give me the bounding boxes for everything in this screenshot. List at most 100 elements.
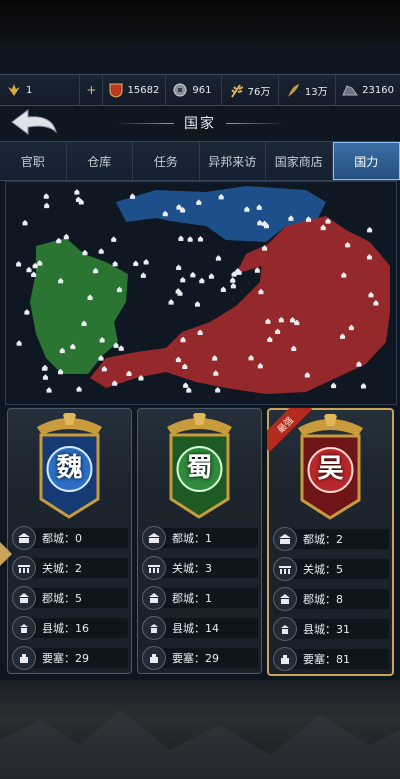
city-marker-icon <box>230 282 237 289</box>
stat-label: 都城：2 <box>303 533 343 546</box>
prefecture-city-icon <box>273 587 297 611</box>
city-marker-icon <box>112 260 119 267</box>
city-marker-icon <box>168 299 175 305</box>
city-marker-icon <box>81 249 88 256</box>
tab-official-posts[interactable]: 官职 <box>0 142 67 180</box>
stat-label: 要塞：81 <box>303 653 350 666</box>
kingdom-card-shu[interactable]: 蜀 都城：1 关城：3 郡城：1 县城：14 要塞：29 <box>137 408 262 674</box>
city-marker-icon <box>46 387 53 393</box>
tab-bar: 官职 仓库 任务 异邦来访 国家商店 国力 <box>0 141 400 181</box>
stat-label: 郡城：5 <box>42 592 82 605</box>
pass-city-icon <box>12 556 36 580</box>
capital-city-icon <box>12 526 36 550</box>
city-marker-icon <box>23 309 30 315</box>
city-marker-icon <box>110 236 117 242</box>
city-marker-icon <box>118 345 125 351</box>
stat-row-capital: 都城：2 <box>273 527 389 551</box>
wings-icon <box>6 82 22 98</box>
kingdom-card-wei[interactable]: 魏 都城：0 关城：2 郡城：5 县城：16 要塞：29 <box>7 408 132 674</box>
fortress-icon <box>12 646 36 670</box>
city-marker-icon <box>22 219 29 226</box>
stat-row-pass: 关城：2 <box>12 556 128 580</box>
city-marker-icon <box>366 226 373 233</box>
kingdom-card-wu[interactable]: 吴 最强 都城：2 关城：5 郡城：8 县城：31 要塞：81 <box>267 408 394 676</box>
resource-rank[interactable]: 1 <box>0 75 81 105</box>
page-title: 国家 <box>184 116 216 132</box>
city-marker-icon <box>55 237 62 244</box>
plus-icon[interactable]: + <box>86 82 96 98</box>
city-marker-icon <box>175 288 182 294</box>
city-marker-icon <box>76 386 83 392</box>
tab-national-shop[interactable]: 国家商店 <box>266 142 333 180</box>
city-marker-icon <box>63 233 70 240</box>
stat-label: 关城：2 <box>42 562 82 575</box>
city-marker-icon <box>143 259 150 265</box>
stat-row-fortress: 要塞：29 <box>12 646 128 670</box>
city-marker-icon <box>197 236 204 242</box>
stat-label: 郡城：1 <box>172 592 212 605</box>
county-city-icon <box>12 616 36 640</box>
stat-label: 要塞：29 <box>172 652 219 665</box>
resource-value: 13万 <box>304 86 328 98</box>
stat-row-fortress: 要塞：81 <box>273 647 389 671</box>
tab-warehouse[interactable]: 仓库 <box>67 142 133 180</box>
stat-label: 县城：14 <box>172 622 219 635</box>
feather-icon <box>285 82 301 98</box>
territory-map[interactable] <box>5 181 397 405</box>
stat-row-prefecture: 郡城：1 <box>142 586 258 610</box>
city-marker-icon <box>42 374 49 380</box>
capital-city-icon <box>273 527 297 551</box>
tab-foreign-visits[interactable]: 异邦来访 <box>200 142 266 180</box>
mountain-silhouette <box>0 710 400 779</box>
stat-row-capital: 都城：0 <box>12 526 128 550</box>
resource-grain[interactable]: 76万 <box>222 75 279 105</box>
stat-label: 关城：5 <box>303 563 343 576</box>
stat-row-prefecture: 郡城：5 <box>12 586 128 610</box>
stat-row-fortress: 要塞：29 <box>142 646 258 670</box>
tab-national-power[interactable]: 国力 <box>332 142 400 180</box>
city-marker-icon <box>185 387 192 393</box>
resource-wood[interactable]: 13万 <box>279 75 337 105</box>
city-marker-icon <box>177 235 184 242</box>
resource-add[interactable]: + <box>80 75 104 105</box>
territory-map-canvas <box>15 186 390 394</box>
shield-coin-icon <box>109 82 123 98</box>
stat-row-county: 县城：14 <box>142 616 258 640</box>
stat-label: 郡城：8 <box>303 593 343 606</box>
fortress-icon <box>273 647 297 671</box>
stat-row-pass: 关城：5 <box>273 557 389 581</box>
city-marker-icon <box>43 202 50 209</box>
city-marker-icon <box>194 301 201 307</box>
resource-value: 76万 <box>247 86 271 98</box>
city-marker-icon <box>140 272 147 278</box>
strongest-ribbon: 最强 <box>267 408 315 456</box>
resource-iron[interactable]: 23160 <box>336 75 400 105</box>
city-marker-icon <box>98 248 105 254</box>
city-marker-icon <box>41 365 48 371</box>
city-marker-icon <box>26 266 33 273</box>
city-marker-icon <box>129 193 136 199</box>
stat-label: 县城：31 <box>303 623 350 636</box>
resource-value: 1 <box>26 84 33 96</box>
resource-value: 961 <box>192 84 212 96</box>
ore-icon <box>342 82 359 98</box>
kingdom-name: 魏 <box>56 453 83 483</box>
city-marker-icon <box>229 277 236 283</box>
city-marker-icon <box>214 386 221 393</box>
city-marker-icon <box>187 236 194 242</box>
stat-label: 要塞：29 <box>42 652 89 665</box>
resource-bar: 1 + 15682 961 76万 13万 23160 <box>0 74 400 106</box>
prefecture-city-icon <box>142 586 166 610</box>
top-band <box>0 0 400 42</box>
resource-gold[interactable]: 15682 <box>103 75 167 105</box>
city-marker-icon <box>215 255 222 261</box>
county-city-icon <box>273 617 297 641</box>
fortress-icon <box>142 646 166 670</box>
city-marker-icon <box>30 271 37 277</box>
city-marker-icon <box>43 193 50 199</box>
tab-quests[interactable]: 任务 <box>133 142 200 180</box>
resource-silver[interactable]: 961 <box>166 75 222 105</box>
prefecture-city-icon <box>12 586 36 610</box>
resource-value: 15682 <box>127 84 160 96</box>
title-decoration-right <box>226 122 286 124</box>
